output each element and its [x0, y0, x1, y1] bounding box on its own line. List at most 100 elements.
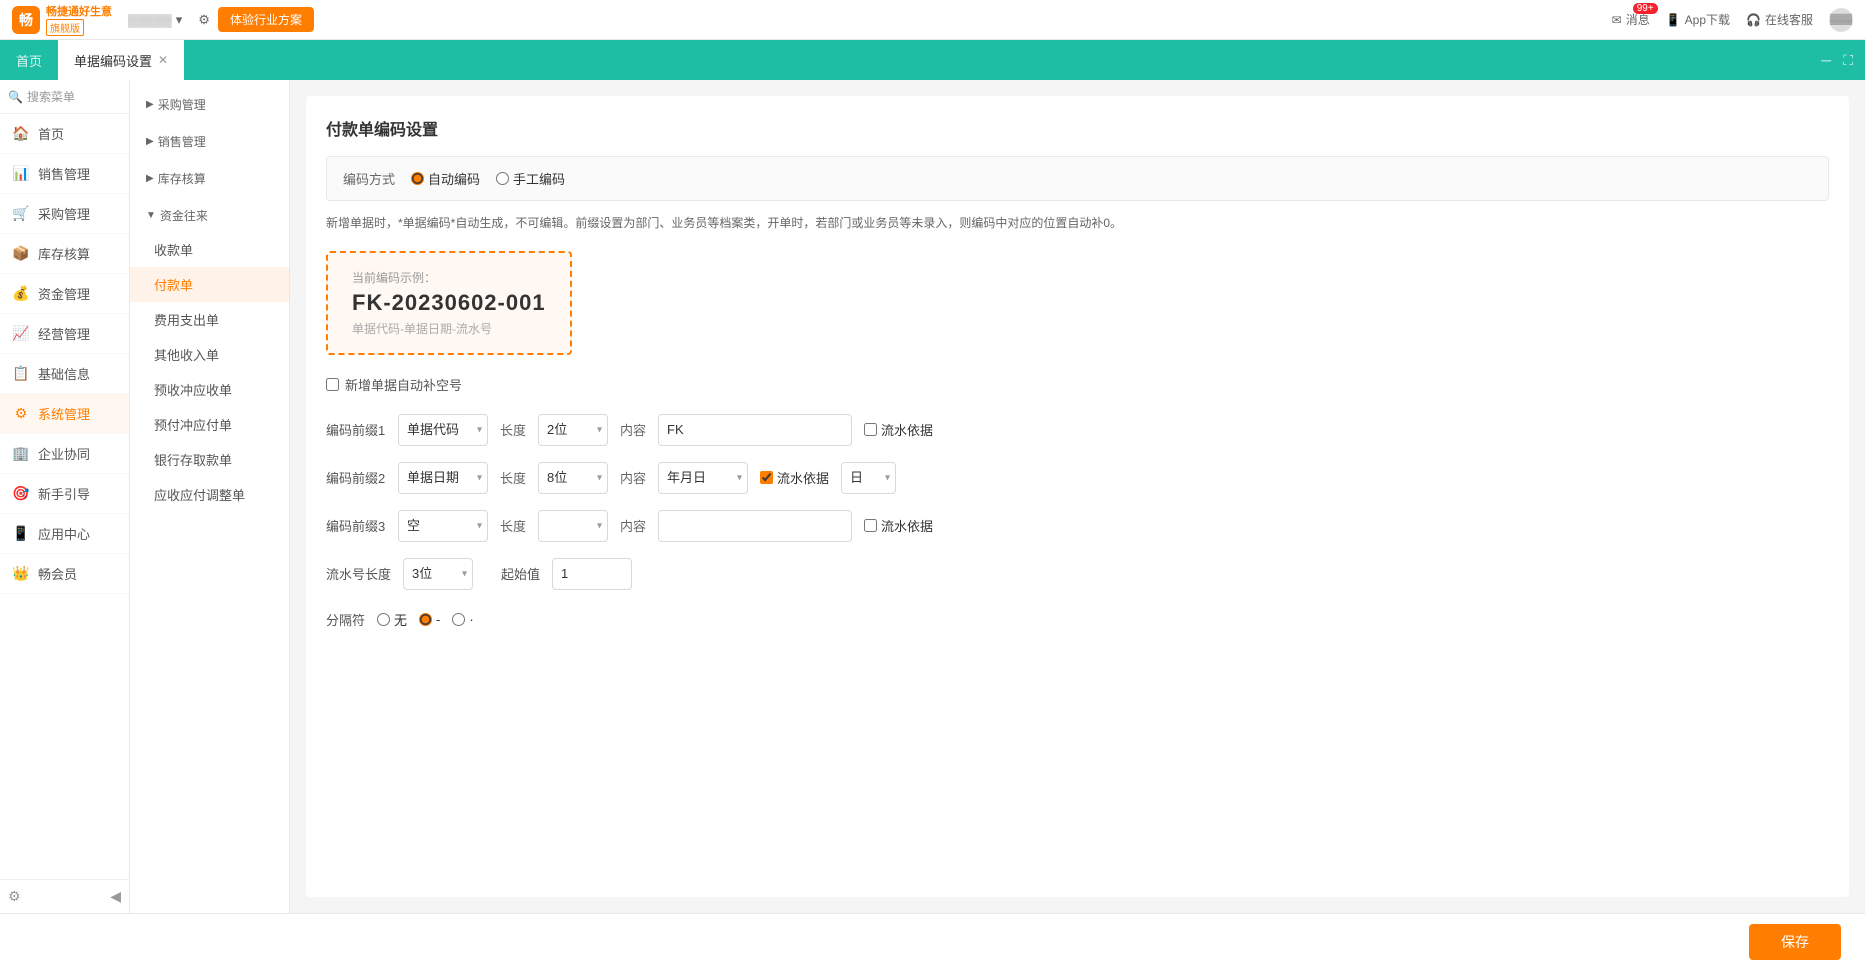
sidebar-item-newguide[interactable]: 🎯 新手引导: [0, 474, 129, 514]
app-download-item[interactable]: 📱 App下载: [1666, 11, 1730, 28]
tabbar: 首页 单据编码设置 ✕ ─ ⛶: [0, 40, 1865, 80]
prefix3-label: 编码前缀3: [326, 516, 386, 535]
period2-select[interactable]: 日 月 年: [841, 462, 896, 494]
sidebar-item-basic-label: 基础信息: [38, 364, 90, 383]
manual-encode-option[interactable]: 手工编码: [496, 169, 565, 188]
sub-item-receipt[interactable]: 收款单: [130, 232, 289, 267]
auto-encode-option[interactable]: 自动编码: [411, 169, 480, 188]
topbar-right: ✉ 消息 99+ 📱 App下载 🎧 在线客服 ▓▓▓: [1612, 8, 1853, 32]
sub-group-fund-title[interactable]: ▼ 资金往来: [130, 199, 289, 232]
manual-encode-label: 手工编码: [513, 169, 565, 188]
sub-item-other-income[interactable]: 其他收入单: [130, 337, 289, 372]
tab-encode-setting-label: 单据编码设置: [74, 51, 152, 70]
length2-select-wrapper: 8位 6位 4位 ▾: [538, 462, 608, 494]
sub-item-expense[interactable]: 费用支出单: [130, 302, 289, 337]
sub-group-sales-title[interactable]: ▶ 销售管理: [130, 125, 289, 158]
length3-select[interactable]: [538, 510, 608, 542]
page-title: 付款单编码设置: [326, 116, 1829, 140]
operation-icon: 📈: [12, 325, 30, 343]
sidebar-item-system[interactable]: ⚙ 系统管理: [0, 394, 129, 434]
tab-home[interactable]: 首页: [0, 40, 58, 80]
minimize-icon[interactable]: ─: [1817, 48, 1835, 72]
content2-select[interactable]: 年月日 年月 年: [658, 462, 748, 494]
stream2-check[interactable]: 流水依据: [760, 468, 829, 487]
length2-select[interactable]: 8位 6位 4位: [538, 462, 608, 494]
stream2-checkbox[interactable]: [760, 471, 773, 484]
content3-input[interactable]: [658, 510, 852, 542]
trial-button[interactable]: 体验行业方案: [218, 7, 314, 32]
prefix1-select[interactable]: 单据代码 单据日期 部门 业务员 空: [398, 414, 488, 446]
arrow-right-icon-2: ▶: [146, 136, 154, 147]
sidebar-collapse-icon[interactable]: ◀: [110, 888, 121, 905]
sub-item-ar-adjust[interactable]: 应收应付调整单: [130, 477, 289, 512]
sidebar-item-enterprise[interactable]: 🏢 企业协同: [0, 434, 129, 474]
serial-length-select[interactable]: 3位 4位 5位: [403, 558, 473, 590]
system-icon: ⚙: [12, 405, 30, 423]
save-button[interactable]: 保存: [1749, 924, 1841, 960]
prefix2-select-wrapper: 单据代码 单据日期 部门 业务员 空 ▾: [398, 462, 488, 494]
sidebar-item-basic[interactable]: 📋 基础信息: [0, 354, 129, 394]
maximize-icon[interactable]: ⛶: [1839, 48, 1857, 73]
sep-dot-radio[interactable]: [452, 613, 465, 626]
sidebar-item-purchase[interactable]: 🛒 采购管理: [0, 194, 129, 234]
sep-dot-option[interactable]: ·: [452, 612, 473, 627]
stream3-checkbox[interactable]: [864, 519, 877, 532]
settings-icon[interactable]: ⚙: [198, 12, 210, 28]
tab-encode-setting[interactable]: 单据编码设置 ✕: [58, 40, 184, 80]
auto-fill-label: 新增单据自动补空号: [345, 375, 462, 394]
preview-code: FK-20230602-001: [352, 290, 546, 316]
sub-item-payment[interactable]: 付款单: [130, 267, 289, 302]
stream3-check[interactable]: 流水依据: [864, 516, 933, 535]
content1-input[interactable]: [658, 414, 852, 446]
sidebar-item-home[interactable]: 🏠 首页: [0, 114, 129, 154]
online-service-label: 在线客服: [1765, 11, 1813, 28]
online-service-item[interactable]: 🎧 在线客服: [1746, 11, 1813, 28]
sidebar-bottom: ⚙ ◀: [0, 879, 129, 913]
sep-none-label: 无: [394, 610, 407, 629]
avatar[interactable]: ▓▓▓: [1829, 8, 1853, 32]
mobile-icon: 📱: [1666, 13, 1681, 27]
serial-length-label: 流水号长度: [326, 564, 391, 583]
length1-select[interactable]: 2位 4位: [538, 414, 608, 446]
preview-parts: 单据代码-单据日期-流水号: [352, 320, 546, 337]
newguide-icon: 🎯: [12, 485, 30, 503]
tab-close-icon[interactable]: ✕: [158, 53, 168, 67]
auto-fill-checkbox[interactable]: [326, 378, 339, 391]
topbar-dropdown[interactable]: ▓▓▓▓▓ ▾: [120, 12, 190, 28]
stream1-checkbox[interactable]: [864, 423, 877, 436]
purchase-icon: 🛒: [12, 205, 30, 223]
prefix3-select[interactable]: 单据代码 单据日期 部门 业务员 空: [398, 510, 488, 542]
sidebar-item-fund[interactable]: 💰 资金管理: [0, 274, 129, 314]
sidebar-item-operation-label: 经营管理: [38, 324, 90, 343]
message-item[interactable]: ✉ 消息 99+: [1612, 11, 1650, 28]
stream1-check[interactable]: 流水依据: [864, 420, 933, 439]
fund-icon: 💰: [12, 285, 30, 303]
sub-item-bank-deposit[interactable]: 银行存取款单: [130, 442, 289, 477]
sub-group-inventory-title[interactable]: ▶ 库存核算: [130, 162, 289, 195]
sidebar-item-sales[interactable]: 📊 销售管理: [0, 154, 129, 194]
sub-item-advance-payable[interactable]: 预付冲应付单: [130, 407, 289, 442]
start-value-input[interactable]: [552, 558, 632, 590]
prefix2-select[interactable]: 单据代码 单据日期 部门 业务员 空: [398, 462, 488, 494]
sidebar-item-home-label: 首页: [38, 124, 64, 143]
sidebar-item-operation[interactable]: 📈 经营管理: [0, 314, 129, 354]
sidebar-item-inventory[interactable]: 📦 库存核算: [0, 234, 129, 274]
separator-label: 分隔符: [326, 610, 365, 629]
sep-dash-radio[interactable]: [419, 613, 432, 626]
content2-select-wrapper: 年月日 年月 年 ▾: [658, 462, 748, 494]
manual-encode-radio[interactable]: [496, 172, 509, 185]
auto-encode-radio[interactable]: [411, 172, 424, 185]
sidebar-item-app[interactable]: 📱 应用中心: [0, 514, 129, 554]
sub-item-advance-receivable[interactable]: 预收冲应收单: [130, 372, 289, 407]
sidebar-item-system-label: 系统管理: [38, 404, 90, 423]
content3-label: 内容: [620, 516, 646, 535]
sep-none-radio[interactable]: [377, 613, 390, 626]
sidebar-settings-icon[interactable]: ⚙: [8, 888, 21, 905]
content1-label: 内容: [620, 420, 646, 439]
sidebar-item-member[interactable]: 👑 畅会员: [0, 554, 129, 594]
sep-dash-option[interactable]: -: [419, 612, 440, 627]
sep-none-option[interactable]: 无: [377, 610, 407, 629]
sidebar-search[interactable]: 🔍 搜索菜单: [0, 80, 129, 114]
prefix1-row: 编码前缀1 单据代码 单据日期 部门 业务员 空 ▾ 长度 2位 4位: [326, 414, 1829, 446]
sub-group-purchase-title[interactable]: ▶ 采购管理: [130, 88, 289, 121]
